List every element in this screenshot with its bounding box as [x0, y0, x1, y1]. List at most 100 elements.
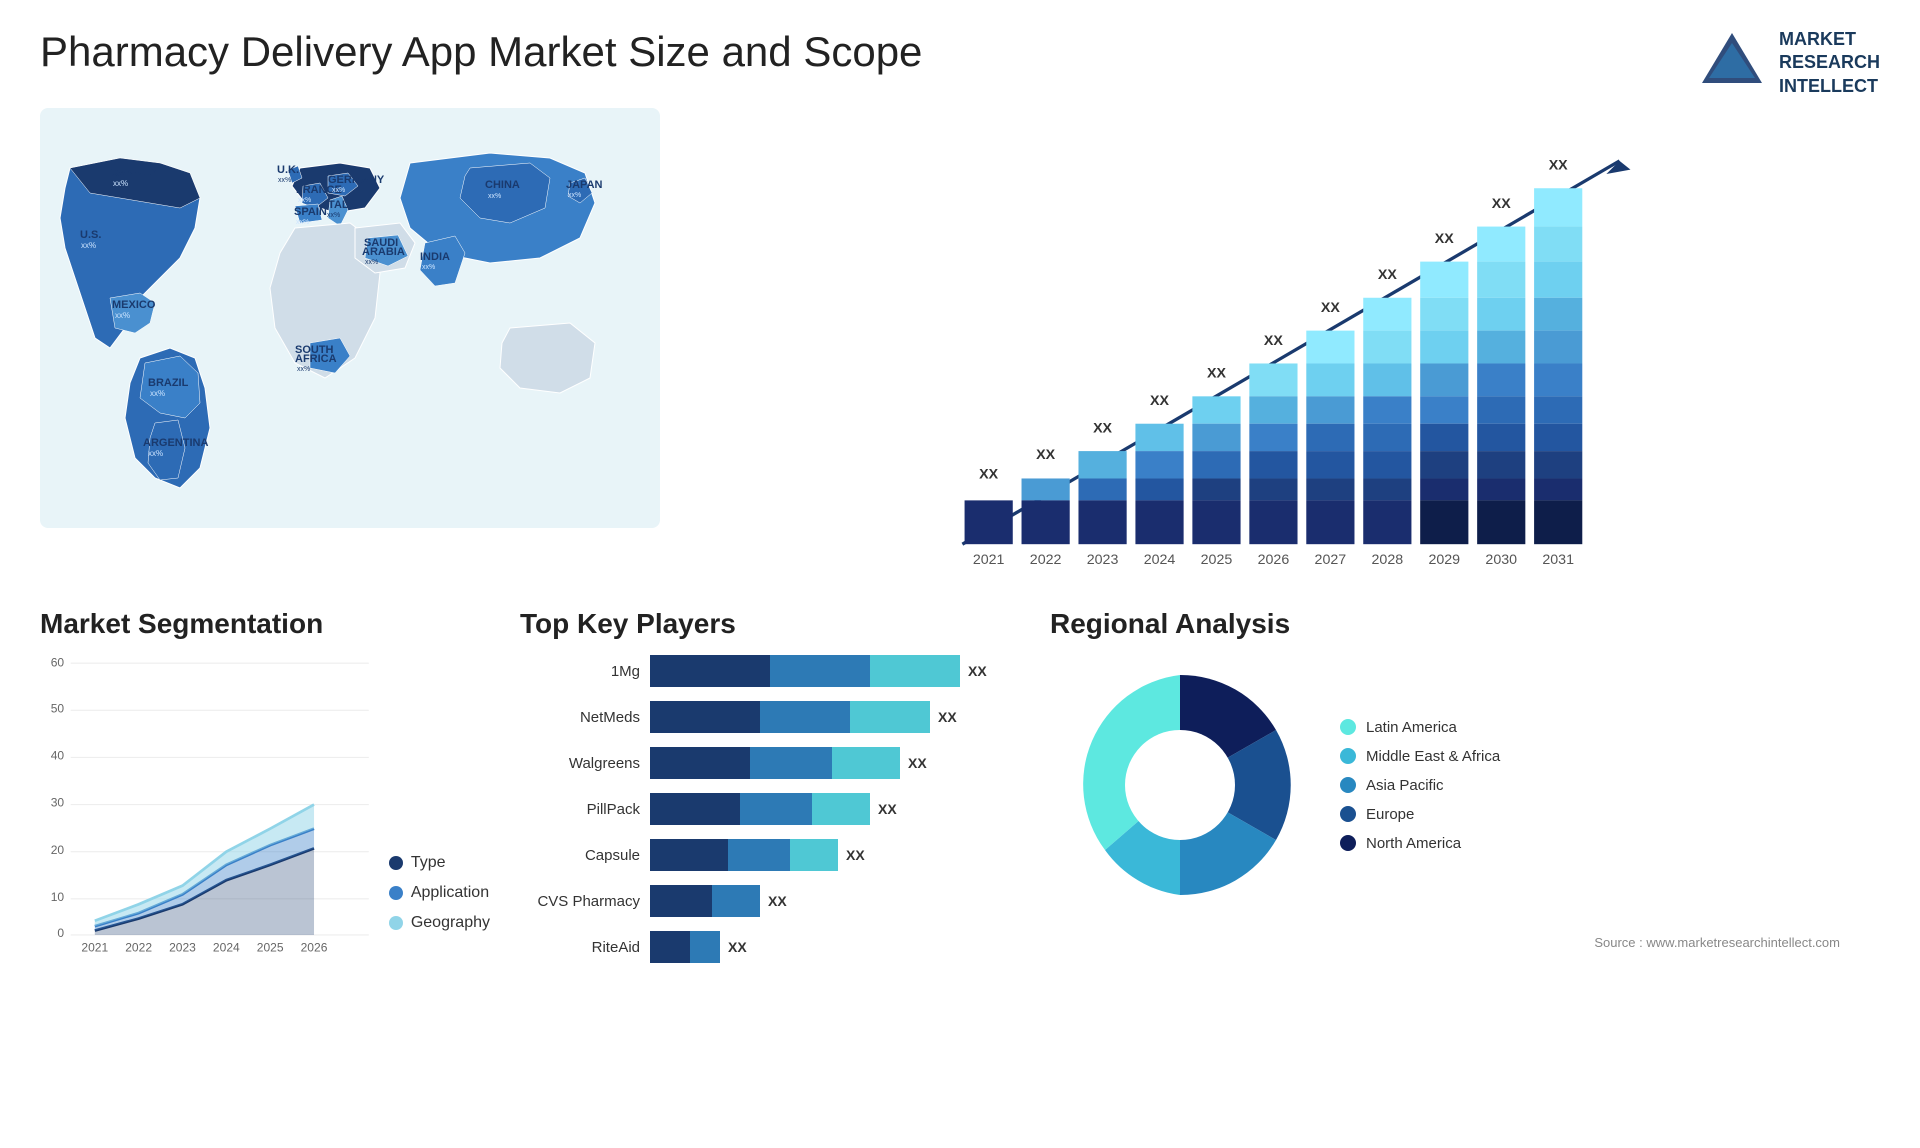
segmentation-legend: Type Application Geography [389, 854, 490, 962]
player-name: PillPack [520, 801, 640, 818]
svg-text:GERMANY: GERMANY [328, 174, 385, 186]
player-row: Capsule XX [520, 839, 1020, 871]
player-name: 1Mg [520, 663, 640, 680]
player-row: NetMeds XX [520, 701, 1020, 733]
player-bar-track: XX [650, 701, 1020, 733]
svg-text:CHINA: CHINA [485, 179, 520, 191]
player-name: Capsule [520, 847, 640, 864]
legend-dot-type [389, 856, 403, 870]
svg-text:2031: 2031 [1542, 552, 1574, 568]
svg-text:XX: XX [1378, 267, 1397, 283]
reg-legend-dot-middle-east-africa [1340, 748, 1356, 764]
reg-legend-middle-east-africa: Middle East & Africa [1340, 748, 1500, 765]
svg-text:2030: 2030 [1485, 552, 1517, 568]
svg-text:xx%: xx% [115, 311, 130, 320]
svg-text:2029: 2029 [1428, 552, 1460, 568]
svg-text:xx%: xx% [298, 197, 311, 204]
logo-text: MARKET RESEARCH INTELLECT [1779, 28, 1880, 98]
svg-text:JAPAN: JAPAN [566, 179, 603, 191]
player-bar-seg3 [812, 793, 870, 825]
svg-text:2027: 2027 [1315, 552, 1347, 568]
reg-legend-asia-pacific: Asia Pacific [1340, 777, 1500, 794]
reg-legend-north-america: North America [1340, 835, 1500, 852]
svg-text:60: 60 [51, 656, 65, 670]
player-bar-track: XX [650, 655, 1020, 687]
svg-text:2023: 2023 [1087, 552, 1119, 568]
player-bar-label: XX [846, 839, 865, 871]
regional-title: Regional Analysis [1050, 608, 1880, 640]
header: Pharmacy Delivery App Market Size and Sc… [0, 0, 1920, 108]
segmentation-chart-area: 60 50 40 30 20 10 0 [40, 650, 490, 962]
reg-legend-latin-america: Latin America [1340, 719, 1500, 736]
player-bar-seg3 [790, 839, 838, 871]
svg-text:2025: 2025 [257, 941, 284, 955]
segmentation-svg-wrap: 60 50 40 30 20 10 0 [40, 650, 369, 962]
svg-text:XX: XX [1264, 333, 1283, 349]
svg-text:2022: 2022 [1030, 552, 1062, 568]
svg-text:30: 30 [51, 796, 65, 810]
page-title: Pharmacy Delivery App Market Size and Sc… [40, 28, 922, 76]
svg-text:XX: XX [1150, 393, 1169, 409]
world-map: CANADA xx% U.S. xx% MEXICO xx% BRAZIL xx… [40, 108, 660, 528]
player-bar-seg2 [690, 931, 720, 963]
source-text: Source : www.marketresearchintellect.com [1050, 935, 1880, 950]
player-bars: 1Mg XX NetMeds XX Wa [520, 655, 1020, 963]
reg-legend-label-asia-pacific: Asia Pacific [1366, 777, 1444, 794]
segmentation-title: Market Segmentation [40, 608, 490, 640]
svg-text:XX: XX [1321, 300, 1340, 316]
svg-text:50: 50 [51, 702, 65, 716]
player-bar-seg1 [650, 747, 750, 779]
regional-content: Latin America Middle East & Africa Asia … [1050, 655, 1880, 915]
svg-text:xx%: xx% [327, 212, 340, 219]
svg-text:xx%: xx% [81, 241, 96, 250]
player-bar-seg3 [832, 747, 900, 779]
svg-text:U.K.: U.K. [277, 164, 299, 176]
player-row: PillPack XX [520, 793, 1020, 825]
player-name: RiteAid [520, 939, 640, 956]
svg-text:ARGENTINA: ARGENTINA [143, 437, 208, 449]
svg-text:2028: 2028 [1372, 552, 1404, 568]
player-bar-track: XX [650, 793, 1020, 825]
main-content: CANADA xx% U.S. xx% MEXICO xx% BRAZIL xx… [0, 108, 1920, 588]
svg-text:xx%: xx% [150, 389, 165, 398]
player-bar-seg1 [650, 655, 770, 687]
segmentation-section: Market Segmentation 60 50 40 30 20 10 0 [40, 608, 490, 1138]
svg-text:CANADA: CANADA [110, 167, 158, 179]
player-bar-seg2 [770, 655, 870, 687]
player-row: Walgreens XX [520, 747, 1020, 779]
legend-item-application: Application [389, 884, 490, 902]
player-bar-label: XX [938, 701, 957, 733]
svg-text:10: 10 [51, 890, 65, 904]
reg-legend-label-north-america: North America [1366, 835, 1461, 852]
player-bar-seg2 [750, 747, 832, 779]
svg-text:XX: XX [1492, 196, 1511, 212]
svg-text:BRAZIL: BRAZIL [148, 377, 189, 389]
player-bar-seg2 [740, 793, 812, 825]
bar-chart-section: XX 2021 XX 2022 XX 2023 XX 2024 [680, 108, 1880, 588]
svg-text:2024: 2024 [1144, 552, 1176, 568]
svg-text:20: 20 [51, 843, 65, 857]
player-bar-seg2 [760, 701, 850, 733]
reg-legend-label-middle-east-africa: Middle East & Africa [1366, 748, 1500, 765]
svg-text:2022: 2022 [125, 941, 152, 955]
legend-item-type: Type [389, 854, 490, 872]
reg-legend-dot-asia-pacific [1340, 777, 1356, 793]
player-bar-seg1 [650, 931, 690, 963]
reg-legend-dot-latin-america [1340, 719, 1356, 735]
svg-text:AFRICA: AFRICA [295, 353, 337, 365]
svg-text:ITALY: ITALY [325, 199, 356, 211]
reg-legend-europe: Europe [1340, 806, 1500, 823]
donut-chart [1050, 655, 1310, 915]
svg-text:2025: 2025 [1201, 552, 1233, 568]
regional-section: Regional Analysis [1050, 608, 1880, 1138]
legend-dot-application [389, 886, 403, 900]
svg-text:2021: 2021 [973, 552, 1005, 568]
svg-text:xx%: xx% [297, 366, 310, 373]
player-bar-track: XX [650, 885, 1020, 917]
player-bar-seg1 [650, 793, 740, 825]
players-title: Top Key Players [520, 608, 1020, 640]
player-name: CVS Pharmacy [520, 893, 640, 910]
regional-legend: Latin America Middle East & Africa Asia … [1340, 719, 1500, 852]
svg-text:xx%: xx% [332, 187, 345, 194]
svg-text:XX: XX [1207, 366, 1226, 382]
